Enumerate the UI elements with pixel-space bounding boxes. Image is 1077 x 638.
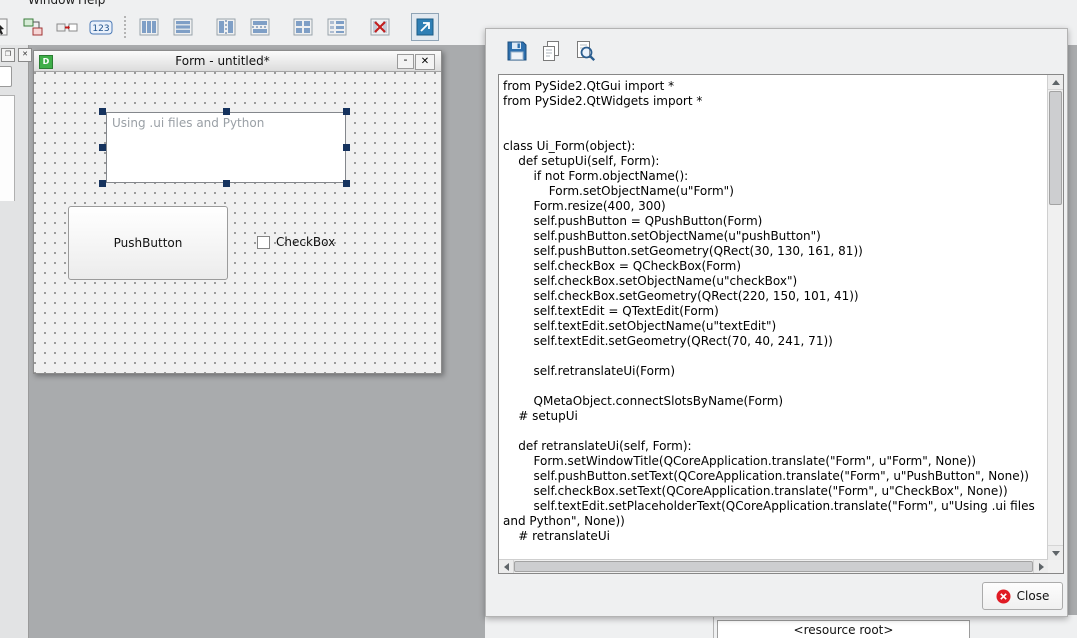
checkbox-box[interactable]: [257, 236, 270, 249]
adjust-size-icon[interactable]: [411, 13, 439, 41]
close-dialog-button[interactable]: Close: [982, 582, 1063, 610]
copy-icon[interactable]: [538, 38, 563, 63]
pushbutton-widget[interactable]: PushButton: [68, 206, 228, 280]
widget-filter-input[interactable]: [0, 66, 12, 87]
pushbutton-label: PushButton: [114, 236, 183, 250]
code-dialog-toolbar: [504, 38, 597, 63]
horizontal-scrollbar[interactable]: [499, 559, 1048, 573]
resource-root-item[interactable]: <resource root>: [717, 620, 970, 638]
close-button-label: Close: [1017, 589, 1050, 603]
checkbox-label: CheckBox: [276, 235, 335, 249]
selection-handle-top-left[interactable]: [99, 108, 106, 115]
selection-handle-bottom-left[interactable]: [99, 180, 106, 187]
view-code-dialog: from PySide2.QtGui import * from PySide2…: [485, 28, 1068, 617]
qt-designer-screen: Window Help 123: [0, 0, 1077, 638]
break-layout-icon[interactable]: [368, 15, 392, 39]
dock-float-icon[interactable]: ❐: [1, 48, 15, 62]
scroll-left-icon[interactable]: [499, 560, 514, 573]
minimize-button[interactable]: -: [397, 54, 414, 69]
selection-handle-mid-left[interactable]: [99, 144, 106, 151]
selection-handle-mid-right[interactable]: [343, 144, 350, 151]
checkbox-widget[interactable]: CheckBox: [257, 233, 335, 251]
scroll-down-icon[interactable]: [1048, 545, 1063, 560]
dock-titlebar-buttons: ❐ ✕: [1, 48, 32, 62]
menu-help[interactable]: Help: [78, 0, 105, 7]
horizontal-scrollbar-thumb[interactable]: [514, 561, 1033, 572]
form-window-title: Form - untitled*: [54, 54, 391, 68]
layout-horizontal-icon[interactable]: [137, 15, 161, 39]
dock-divider: [713, 615, 714, 638]
toolbar-separator: [124, 16, 126, 38]
resource-browser-panel: <resource root>: [485, 615, 1077, 638]
layout-vertical-splitter-icon[interactable]: [248, 15, 272, 39]
edit-buddies-icon[interactable]: [55, 15, 79, 39]
close-button[interactable]: ✕: [415, 54, 435, 70]
layout-grid-icon[interactable]: [291, 15, 315, 39]
find-icon[interactable]: [572, 38, 597, 63]
form-window-icon: D: [39, 55, 53, 69]
scroll-right-icon[interactable]: [1033, 560, 1048, 573]
close-circle-icon: [996, 589, 1011, 604]
scroll-up-icon[interactable]: [1048, 75, 1063, 90]
save-icon[interactable]: [504, 38, 529, 63]
edit-tab-order-icon[interactable]: 123: [89, 15, 113, 39]
textedit-widget[interactable]: Using .ui files and Python: [106, 112, 346, 183]
svg-text:123: 123: [92, 24, 109, 34]
form-editor-window[interactable]: D Form - untitled* - ✕ Using .ui files a…: [33, 50, 442, 374]
scrollbar-corner: [1048, 560, 1063, 573]
edit-signals-slots-icon[interactable]: [21, 15, 45, 39]
selection-handle-top-right[interactable]: [343, 108, 350, 115]
vertical-scrollbar-thumb[interactable]: [1049, 91, 1062, 205]
selection-handle-top-center[interactable]: [223, 108, 230, 115]
code-view[interactable]: from PySide2.QtGui import * from PySide2…: [499, 75, 1048, 560]
layout-form-icon[interactable]: [325, 15, 349, 39]
edit-widgets-icon[interactable]: [0, 15, 11, 39]
form-window-titlebar[interactable]: D Form - untitled* - ✕: [34, 51, 441, 72]
menu-window[interactable]: Window: [28, 0, 75, 7]
vertical-scrollbar[interactable]: [1047, 75, 1063, 560]
textedit-placeholder: Using .ui files and Python: [107, 113, 345, 133]
code-area: from PySide2.QtGui import * from PySide2…: [498, 74, 1064, 574]
widget-box-list[interactable]: [0, 95, 15, 201]
selection-handle-bottom-right[interactable]: [343, 180, 350, 187]
layout-horizontal-splitter-icon[interactable]: [214, 15, 238, 39]
selection-handle-bottom-center[interactable]: [223, 180, 230, 187]
layout-vertical-icon[interactable]: [171, 15, 195, 39]
menu-bar: Window Help: [0, 0, 1077, 9]
widget-box-dock-sliver: ❐ ✕: [0, 45, 29, 638]
form-canvas[interactable]: Using .ui files and Python PushButton Ch…: [34, 72, 441, 373]
dock-close-icon[interactable]: ✕: [18, 48, 32, 62]
